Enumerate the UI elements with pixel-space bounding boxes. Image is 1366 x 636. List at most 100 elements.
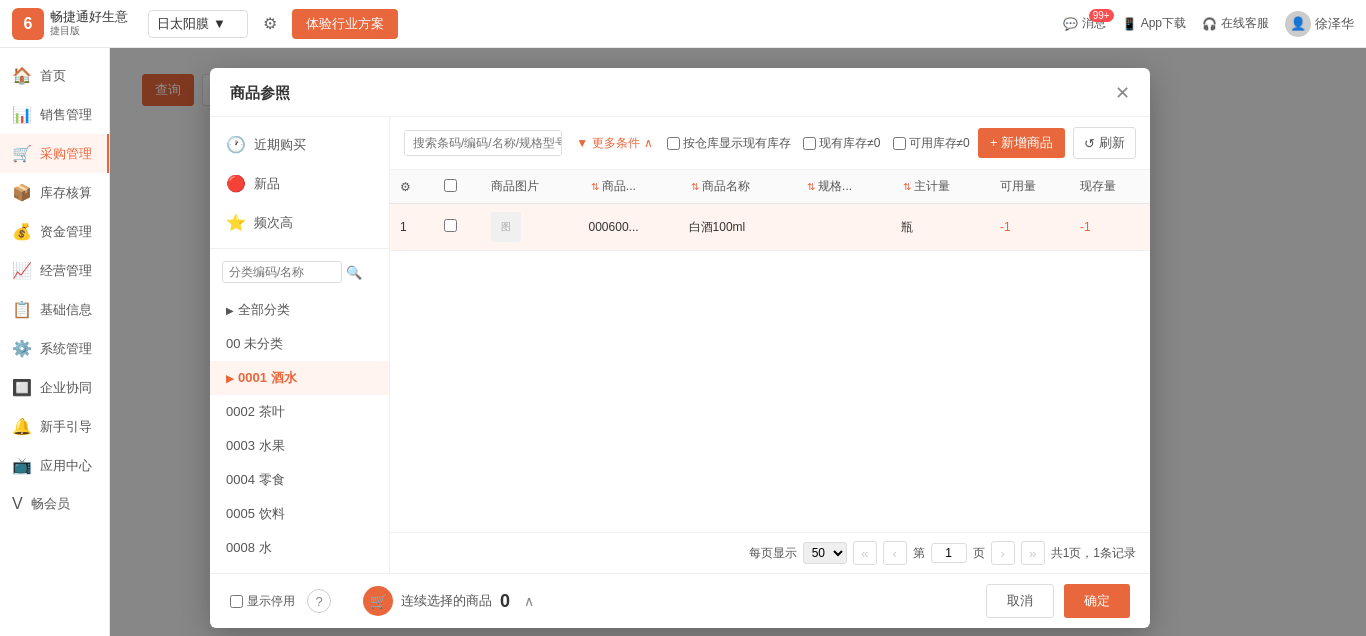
select-all-checkbox[interactable] bbox=[444, 179, 457, 192]
customer-service-btn[interactable]: 🎧 在线客服 bbox=[1202, 15, 1269, 32]
checkbox-warehouse[interactable]: 按仓库显示现有库存 bbox=[667, 135, 791, 152]
logo-sub: 捷目版 bbox=[50, 24, 128, 38]
row-select-checkbox[interactable] bbox=[444, 219, 457, 232]
row-checkbox[interactable] bbox=[434, 204, 481, 251]
col-settings[interactable]: ⚙ bbox=[390, 170, 434, 204]
checkbox-warehouse-input[interactable] bbox=[667, 137, 680, 150]
col-image-label: 商品图片 bbox=[491, 179, 539, 193]
tab-high-frequency[interactable]: ⭐ 频次高 bbox=[210, 203, 389, 242]
sidebar-label-inventory: 库存核算 bbox=[40, 184, 92, 202]
appcenter-icon: 📺 bbox=[12, 456, 32, 475]
tab-new-label: 新品 bbox=[254, 175, 280, 193]
row-spec bbox=[795, 204, 891, 251]
checkbox-available-nonzero[interactable]: 可用库存≠0 bbox=[893, 135, 970, 152]
tab-recent-label: 近期购买 bbox=[254, 136, 306, 154]
checkbox-stock-label: 现有库存≠0 bbox=[819, 135, 880, 152]
page-input[interactable] bbox=[931, 543, 967, 563]
filter-icon: ▼ bbox=[576, 136, 588, 150]
sidebar-item-business[interactable]: 📈 经营管理 bbox=[0, 251, 109, 290]
settings-icon[interactable]: ⚙ bbox=[256, 10, 284, 38]
cancel-btn[interactable]: 取消 bbox=[986, 584, 1054, 618]
tab-recent-purchase[interactable]: 🕐 近期购买 bbox=[210, 125, 389, 164]
sidebar-item-guide[interactable]: 🔔 新手引导 bbox=[0, 407, 109, 446]
sidebar-item-purchase[interactable]: 🛒 采购管理 bbox=[0, 134, 109, 173]
logo: 6 畅捷通好生意 捷目版 bbox=[12, 8, 128, 40]
messages-btn[interactable]: 💬 消息 99+ bbox=[1063, 15, 1106, 32]
cat-item-0003[interactable]: 0003 水果 bbox=[210, 429, 389, 463]
help-icon[interactable]: ? bbox=[307, 589, 331, 613]
row-num: 1 bbox=[390, 204, 434, 251]
show-disabled-input[interactable] bbox=[230, 595, 243, 608]
modal-close-icon[interactable]: ✕ bbox=[1115, 82, 1130, 104]
col-spec[interactable]: ⇅ 规格... bbox=[795, 170, 891, 204]
sidebar-item-sales[interactable]: 📊 销售管理 bbox=[0, 95, 109, 134]
col-unit[interactable]: ⇅ 主计量 bbox=[891, 170, 990, 204]
col-name[interactable]: ⇅ 商品名称 bbox=[679, 170, 795, 204]
tab-new-products[interactable]: 🔴 新品 bbox=[210, 164, 389, 203]
cat-item-00[interactable]: 00 未分类 bbox=[210, 327, 389, 361]
sidebar-item-home[interactable]: 🏠 首页 bbox=[0, 56, 109, 95]
last-page-btn[interactable]: » bbox=[1021, 541, 1045, 565]
message-badge: 99+ bbox=[1089, 9, 1114, 22]
store-selector[interactable]: 日太阳膜 ▼ bbox=[148, 10, 248, 38]
product-code-value: 000600... bbox=[589, 220, 639, 234]
product-search-input[interactable] bbox=[405, 131, 562, 155]
category-search-input[interactable] bbox=[222, 261, 342, 283]
refresh-label: 刷新 bbox=[1099, 134, 1125, 152]
message-icon: 💬 bbox=[1063, 17, 1078, 31]
sidebar-item-appcenter[interactable]: 📺 应用中心 bbox=[0, 446, 109, 485]
cat-item-0001[interactable]: ▶ 0001 酒水 bbox=[210, 361, 389, 395]
sort-icon-name: ⇅ bbox=[691, 181, 699, 192]
per-page-select[interactable]: 50 bbox=[803, 542, 847, 564]
cat-item-0005[interactable]: 0005 饮料 bbox=[210, 497, 389, 531]
business-icon: 📈 bbox=[12, 261, 32, 280]
refresh-btn[interactable]: ↺ 刷新 bbox=[1073, 127, 1136, 159]
confirm-btn[interactable]: 确定 bbox=[1064, 584, 1130, 618]
category-search-icon[interactable]: 🔍 bbox=[346, 265, 362, 280]
table-header: ⚙ 商品图片 ⇅ 商品... bbox=[390, 170, 1150, 204]
per-page-label: 每页显示 bbox=[749, 545, 797, 562]
sort-icon-spec: ⇅ bbox=[807, 181, 815, 192]
sidebar-item-inventory[interactable]: 📦 库存核算 bbox=[0, 173, 109, 212]
checkbox-available-input[interactable] bbox=[893, 137, 906, 150]
refresh-icon: ↺ bbox=[1084, 136, 1095, 151]
app-download-btn[interactable]: 📱 App下载 bbox=[1122, 15, 1186, 32]
show-disabled-checkbox[interactable]: 显示停用 bbox=[230, 593, 295, 610]
col-code[interactable]: ⇅ 商品... bbox=[579, 170, 679, 204]
product-reference-modal: 商品参照 ✕ 🕐 近期购买 🔴 新品 bbox=[210, 68, 1150, 628]
sidebar-item-member[interactable]: V 畅会员 bbox=[0, 485, 109, 523]
cat-item-all[interactable]: ▶ 全部分类 bbox=[210, 293, 389, 327]
sidebar-item-finance[interactable]: 💰 资金管理 bbox=[0, 212, 109, 251]
cat-item-0008[interactable]: 0008 水 bbox=[210, 531, 389, 565]
main-content: 查询 设置 刷新 商品参照 ✕ 🕐 近期购买 bbox=[110, 48, 1366, 636]
prev-page-btn[interactable]: ‹ bbox=[883, 541, 907, 565]
more-filter-btn[interactable]: ▼ 更多条件 ∧ bbox=[570, 131, 659, 156]
col-available-label: 可用量 bbox=[1000, 179, 1036, 193]
sidebar-item-collab[interactable]: 🔲 企业协同 bbox=[0, 368, 109, 407]
col-checkbox[interactable] bbox=[434, 170, 481, 204]
new-icon: 🔴 bbox=[226, 174, 246, 193]
user-menu[interactable]: 👤 徐泽华 bbox=[1285, 11, 1354, 37]
next-page-btn[interactable]: › bbox=[991, 541, 1015, 565]
modal-left-panel: 🕐 近期购买 🔴 新品 ⭐ 频次高 bbox=[210, 117, 390, 573]
sidebar-item-basicinfo[interactable]: 📋 基础信息 bbox=[0, 290, 109, 329]
sidebar-item-system[interactable]: ⚙️ 系统管理 bbox=[0, 329, 109, 368]
category-list: ▶ 全部分类 00 未分类 ▶ 0001 酒水 0002 茶叶 bbox=[210, 289, 389, 565]
fold-btn[interactable]: ∧ bbox=[524, 593, 534, 609]
tab-freq-label: 频次高 bbox=[254, 214, 293, 232]
home-icon: 🏠 bbox=[12, 66, 32, 85]
cat-item-0004[interactable]: 0004 零食 bbox=[210, 463, 389, 497]
sidebar-label-collab: 企业协同 bbox=[40, 379, 92, 397]
checkbox-stock-input[interactable] bbox=[803, 137, 816, 150]
chevron-down-icon: ▼ bbox=[213, 16, 226, 31]
checkbox-stock-nonzero[interactable]: 现有库存≠0 bbox=[803, 135, 880, 152]
add-product-btn[interactable]: + 新增商品 bbox=[978, 128, 1065, 158]
page-prefix: 第 bbox=[913, 545, 925, 562]
first-page-btn[interactable]: « bbox=[853, 541, 877, 565]
cat-item-0002[interactable]: 0002 茶叶 bbox=[210, 395, 389, 429]
experience-btn[interactable]: 体验行业方案 bbox=[292, 9, 398, 39]
product-search-bar: 🔍 bbox=[404, 130, 562, 156]
user-name: 徐泽华 bbox=[1315, 15, 1354, 33]
cat-0008-label: 0008 水 bbox=[226, 539, 272, 557]
table-row[interactable]: 1 图 000600... 白酒100ml bbox=[390, 204, 1150, 251]
